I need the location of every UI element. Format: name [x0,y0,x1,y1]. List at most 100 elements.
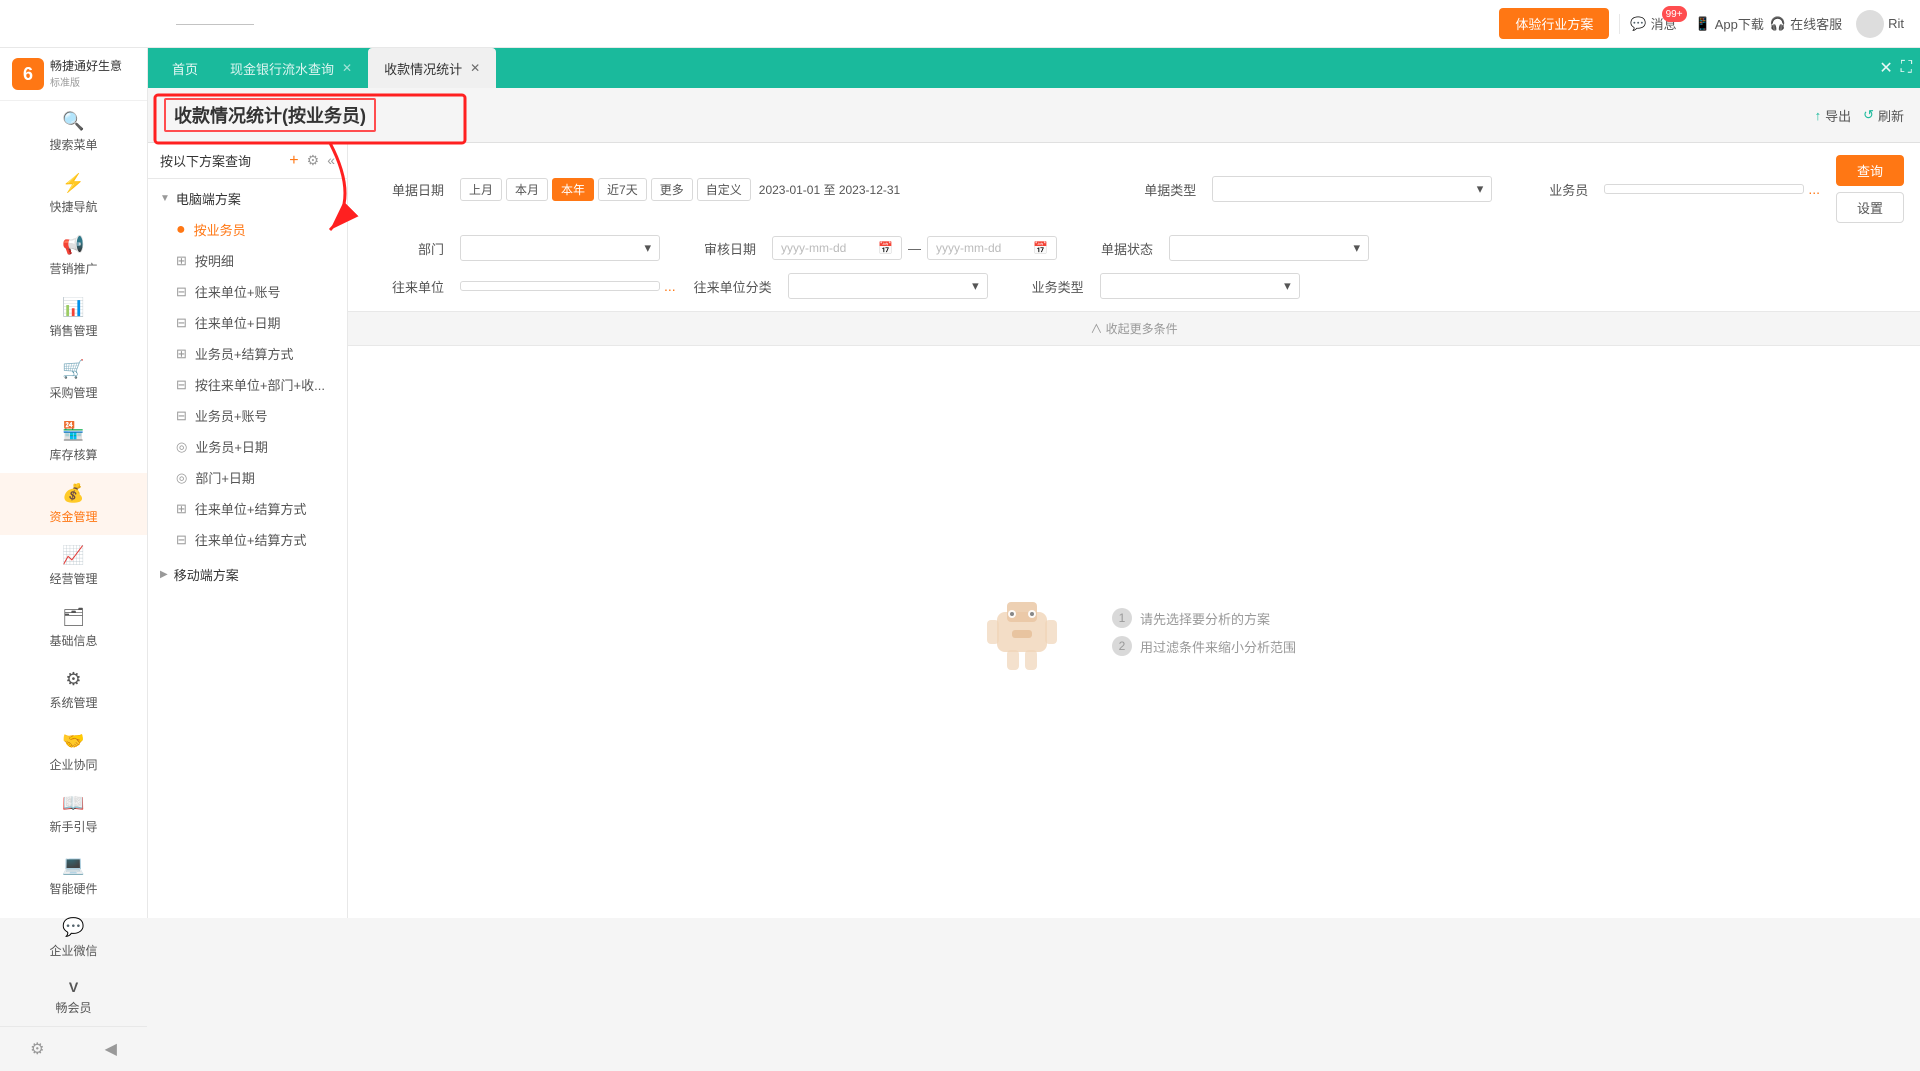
scheme-group-mobile[interactable]: ▶ 移动端方案 [148,559,347,590]
desktop-group-label: 电脑端方案 [176,189,241,208]
scheme-item-dept-date[interactable]: ◎ 部门+日期 [148,462,347,493]
sidebar-item-hardware[interactable]: 💻 智能硬件 [0,845,147,907]
sidebar-label-sales: 销售管理 [49,322,97,339]
app-download-label: App下载 [1715,14,1764,33]
hardware-icon: 💻 [62,855,84,876]
tab-bank-flow-close[interactable]: ✕ [342,61,352,75]
sidebar-item-sales[interactable]: 📊 销售管理 [0,287,147,349]
tab-collection-stats[interactable]: 收款情况统计 ✕ [368,48,496,88]
refresh-button[interactable]: ↺ 刷新 [1863,106,1904,125]
tab-collection-stats-close[interactable]: ✕ [470,61,480,75]
partner-more-btn[interactable]: ... [664,278,676,294]
online-service-button[interactable]: 🎧 在线客服 [1770,14,1842,33]
collapse-more-bar[interactable]: ∧ 收起更多条件 [348,312,1920,346]
sidebar-item-collab[interactable]: 🤝 企业协同 [0,721,147,783]
tip-num-2: 2 [1112,636,1132,656]
salesperson-payment-label: 业务员+结算方式 [195,344,294,363]
sidebar-item-marketing[interactable]: 📢 营销推广 [0,225,147,287]
sidebar-label-member: 畅会员 [55,999,91,1016]
date-label: 单据日期 [364,180,444,199]
sidebar-item-guide[interactable]: 📖 新手引导 [0,783,147,845]
sidebar-label-system: 系统管理 [49,694,97,711]
date-btn-custom[interactable]: 自定义 [697,178,751,201]
scheme-item-partner-payment2[interactable]: ⊟ 往来单位+结算方式 [148,524,347,555]
tab-bank-flow-label: 现金银行流水查询 [230,59,334,78]
sidebar-item-shortcuts[interactable]: ⚡ 快捷导航 [0,163,147,225]
date-btn-last-month[interactable]: 上月 [460,178,502,201]
voucher-type-select[interactable]: ▾ [1212,176,1492,202]
scheme-item-salesperson-payment[interactable]: ⊞ 业务员+结算方式 [148,338,347,369]
audit-date-from[interactable]: yyyy-mm-dd 📅 [772,236,902,260]
scheme-group-desktop[interactable]: ▼ 电脑端方案 [148,183,347,214]
user-avatar-area[interactable]: Rit [1856,10,1904,38]
user-name: Rit [1888,16,1904,31]
date-btn-more[interactable]: 更多 [651,178,693,201]
sidebar-item-system[interactable]: ⚙ 系统管理 [0,659,147,721]
status-chevron: ▾ [1353,240,1360,256]
scheme-item-partner-dept[interactable]: ⊟ 按往来单位+部门+收... [148,369,347,400]
sidebar-collapse-icon[interactable]: ◀ [101,1035,121,1063]
tab-home[interactable]: 首页 [156,59,214,78]
sidebar-item-finance[interactable]: 💰 资金管理 [0,473,147,535]
scheme-item-salesperson-date[interactable]: ◎ 业务员+日期 [148,431,347,462]
message-icon: 💬 [1630,16,1646,32]
sidebar-settings-icon[interactable]: ⚙ [26,1035,48,1063]
scheme-collapse-icon[interactable]: « [327,152,335,170]
settings-button[interactable]: 设置 [1836,192,1904,223]
refresh-label: 刷新 [1878,106,1904,125]
date-btn-this-year[interactable]: 本年 [552,178,594,201]
tab-bank-flow[interactable]: 现金银行流水查询 ✕ [214,48,368,88]
trial-button[interactable]: 体验行业方案 [1499,8,1609,39]
date-btn-7days[interactable]: 近7天 [598,178,647,201]
scheme-item-salesperson-account[interactable]: ⊟ 业务员+账号 [148,400,347,431]
scheme-item-partner-payment1[interactable]: ⊞ 往来单位+结算方式 [148,493,347,524]
empty-tip-1: 1 请先选择要分析的方案 [1112,608,1296,628]
export-button[interactable]: ↑ 导出 [1815,106,1852,125]
scheme-add-icon[interactable]: + [289,152,298,170]
biz-type-select[interactable]: ▾ [1100,273,1300,299]
scheme-item-detail[interactable]: ⊞ 按明细 [148,245,347,276]
export-icon: ↑ [1815,108,1822,123]
scheme-settings-icon[interactable]: ⚙ [307,152,320,170]
date-btn-this-month[interactable]: 本月 [506,178,548,201]
sidebar-item-wechat[interactable]: 💬 企业微信 [0,907,147,969]
audit-date-label: 审核日期 [676,239,756,258]
scheme-item-partner-date[interactable]: ⊟ 往来单位+日期 [148,307,347,338]
messages-button[interactable]: 💬 消息 99+ [1630,14,1676,33]
tab-maximize-icon[interactable]: ⛶ [1901,59,1912,77]
partner-select[interactable] [460,281,660,291]
sidebar-label-wechat: 企业微信 [49,942,97,959]
sidebar-item-purchase[interactable]: 🛒 采购管理 [0,349,147,411]
partner-category-select[interactable]: ▾ [788,273,988,299]
sidebar-item-search[interactable]: 🔍 搜索菜单 [0,101,147,163]
audit-date-from-placeholder: yyyy-mm-dd [781,241,846,255]
partner-date-icon: ⊟ [176,315,187,331]
salesperson-more-btn[interactable]: ... [1808,181,1820,197]
sidebar-item-member[interactable]: V 畅会员 [0,969,147,1026]
marketing-icon: 📢 [62,235,84,256]
audit-date-to[interactable]: yyyy-mm-dd 📅 [927,236,1057,260]
sidebar-label-finance: 资金管理 [49,508,97,525]
partner-dept-icon: ⊟ [176,377,187,393]
mobile-group-label: 移动端方案 [174,565,239,584]
scheme-item-partner-account[interactable]: ⊟ 往来单位+账号 [148,276,347,307]
tab-close-all-icon[interactable]: ✕ [1879,58,1892,78]
dept-select[interactable]: ▾ [460,235,660,261]
empty-tips: 1 请先选择要分析的方案 2 用过滤条件来缩小分析范围 [1112,608,1296,656]
messages-badge: 99+ [1662,6,1687,22]
export-label: 导出 [1825,106,1851,125]
partner-payment2-label: 往来单位+结算方式 [195,530,307,549]
sidebar-item-inventory[interactable]: 🏪 库存核算 [0,411,147,473]
scheme-item-by-salesperson[interactable]: ● 按业务员 [148,214,347,245]
empty-tip-2: 2 用过滤条件来缩小分析范围 [1112,636,1296,656]
salesperson-select[interactable] [1604,184,1804,194]
tab-bar: 首页 现金银行流水查询 ✕ 收款情况统计 ✕ ✕ ⛶ [148,48,1920,88]
voucher-status-select[interactable]: ▾ [1169,235,1369,261]
partner-payment1-label: 往来单位+结算方式 [195,499,307,518]
app-download-button[interactable]: 📱 App下载 [1695,14,1764,33]
partner-label: 往来单位 [364,277,444,296]
query-button[interactable]: 查询 [1836,155,1904,186]
sidebar-item-operations[interactable]: 📈 经营管理 [0,535,147,597]
biz-type-label: 业务类型 [1004,277,1084,296]
sidebar-item-basics[interactable]: 🗂 基础信息 [0,597,147,659]
